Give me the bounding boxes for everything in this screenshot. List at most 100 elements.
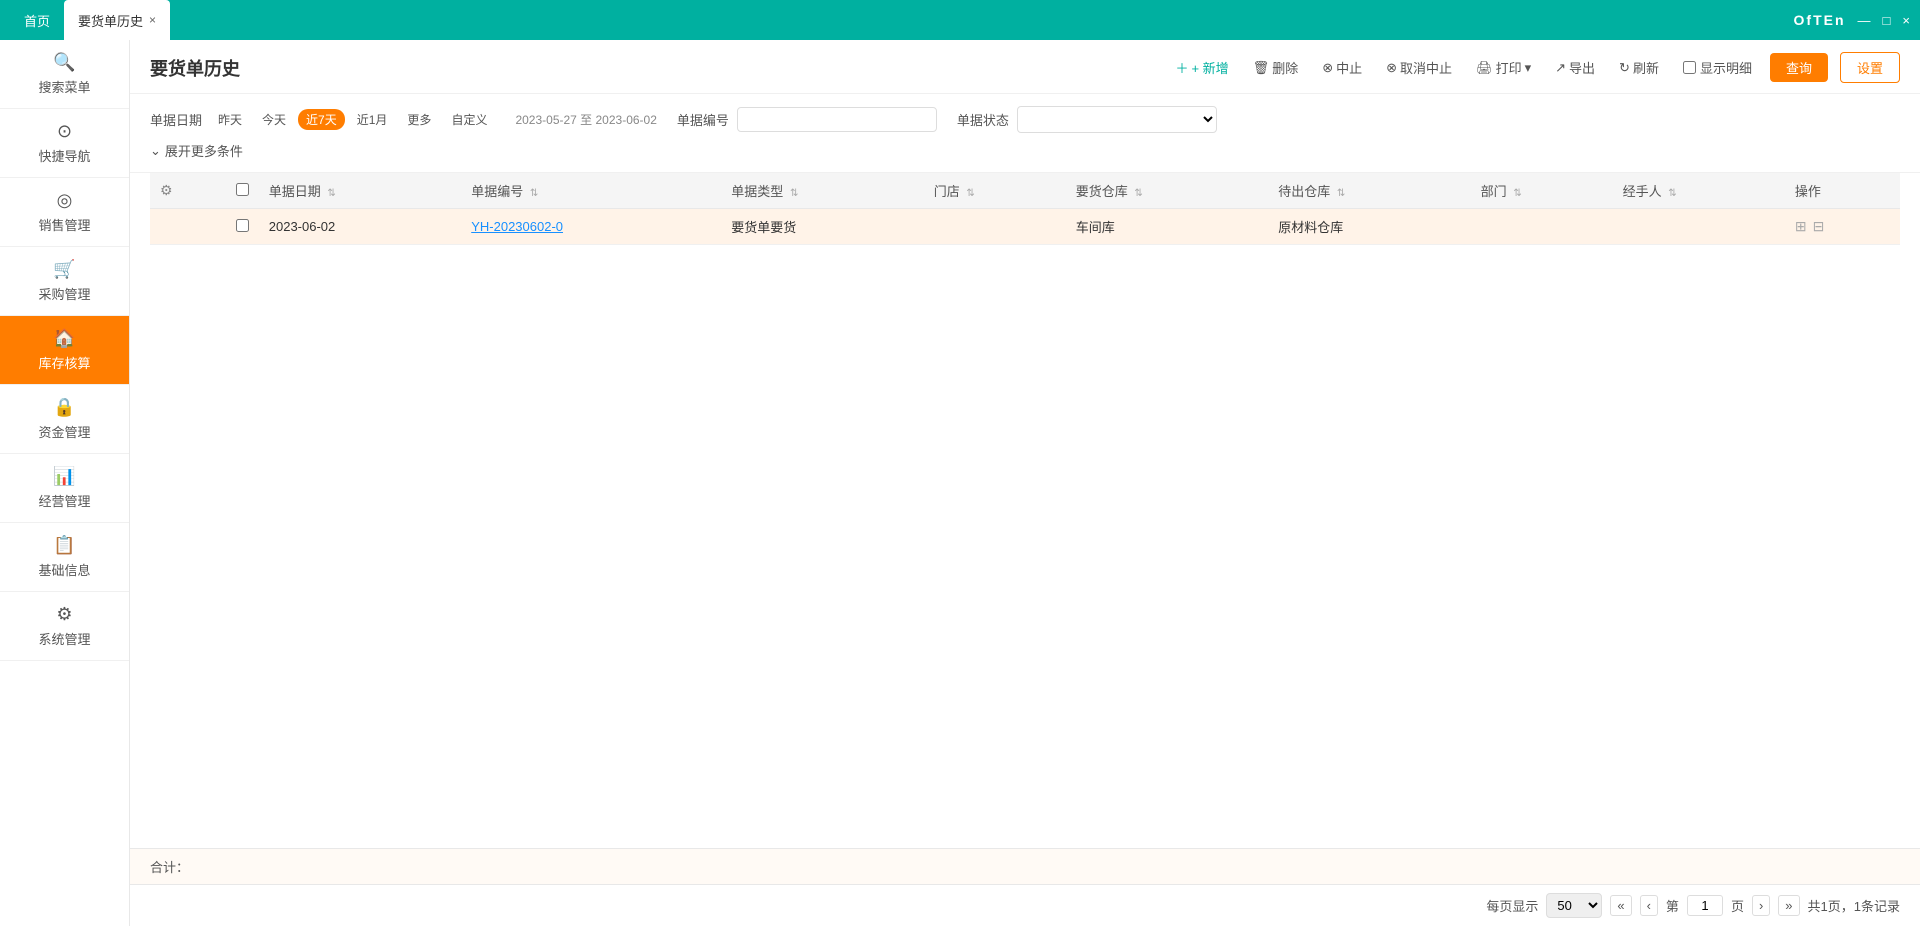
show-detail-toggle[interactable]: 显示明细 [1677, 54, 1758, 81]
status-label: 单据状态 [957, 110, 1009, 129]
per-page-select[interactable]: 10 20 50 100 [1546, 893, 1602, 918]
dept-sort-icon[interactable]: ⇅ [1513, 188, 1521, 199]
basic-info-icon: 📋 [53, 535, 75, 556]
sidebar-item-fund[interactable]: 🔒 资金管理 [0, 385, 129, 454]
next-page-btn[interactable]: › [1752, 895, 1770, 916]
page-input[interactable] [1687, 895, 1723, 916]
sales-icon: ◎ [57, 190, 73, 211]
sidebar-item-basic-info[interactable]: 📋 基础信息 [0, 523, 129, 592]
sidebar-item-search-label: 搜索菜单 [38, 77, 90, 96]
status-select[interactable] [1017, 106, 1217, 133]
col-checkbox [226, 173, 259, 209]
date-tag-custom[interactable]: 自定义 [443, 109, 495, 130]
stop-button[interactable]: ⊗ 中止 [1316, 54, 1368, 81]
sidebar-item-system-label: 系统管理 [38, 629, 90, 648]
brand-label: OfTEn [1794, 12, 1846, 28]
tab-close-icon[interactable]: × [149, 13, 156, 27]
table-footer: 合计： [130, 848, 1920, 884]
last-page-btn[interactable]: » [1778, 895, 1799, 916]
sidebar-item-inventory[interactable]: 🏠 库存核算 [0, 316, 129, 385]
refresh-button[interactable]: ↻ 刷新 [1613, 54, 1665, 81]
quick-nav-icon: ⊙ [57, 121, 72, 142]
docno-sort-icon[interactable]: ⇅ [530, 188, 538, 199]
row-docdate-cell: 2023-06-02 [259, 209, 461, 245]
minimize-btn[interactable]: — [1858, 13, 1871, 28]
date-tag-1month[interactable]: 近1月 [349, 109, 396, 130]
col-docno: 单据编号 ⇅ [461, 173, 721, 209]
maximize-btn[interactable]: □ [1883, 13, 1891, 28]
sidebar-item-purchase[interactable]: 🛒 采购管理 [0, 247, 129, 316]
prev-page-btn[interactable]: ‹ [1640, 895, 1658, 916]
date-tags: 昨天 今天 近7天 近1月 更多 自定义 [210, 109, 495, 130]
query-button[interactable]: 查询 [1770, 53, 1828, 82]
select-all-checkbox[interactable] [236, 183, 249, 196]
first-page-btn[interactable]: « [1610, 895, 1631, 916]
pend-warehouse-sort-icon[interactable]: ⇅ [1337, 188, 1345, 199]
col-req-warehouse: 要货仓库 ⇅ [1066, 173, 1268, 209]
col-dept: 部门 ⇅ [1471, 173, 1613, 209]
req-warehouse-sort-icon[interactable]: ⇅ [1134, 188, 1142, 199]
page-label: 第 [1666, 896, 1679, 915]
per-page-label: 每页显示 [1486, 896, 1538, 915]
row-docno-link[interactable]: YH-20230602-0 [471, 219, 563, 234]
operation-icon: 📊 [53, 466, 75, 487]
setting-button[interactable]: 设置 [1840, 52, 1900, 83]
row-view-icon[interactable]: ⊞ [1795, 218, 1807, 235]
filter-area: 单据日期 昨天 今天 近7天 近1月 更多 自定义 2023-05-27 至 2… [130, 94, 1920, 173]
sidebar-item-sales[interactable]: ◎ 销售管理 [0, 178, 129, 247]
col-store: 门店 ⇅ [924, 173, 1066, 209]
tab-home[interactable]: 首页 [10, 0, 64, 40]
col-doctype: 单据类型 ⇅ [721, 173, 923, 209]
expand-filter-button[interactable]: ⌄ 展开更多条件 [150, 141, 1900, 160]
date-filter-item: 单据日期 昨天 今天 近7天 近1月 更多 自定义 [150, 109, 495, 130]
show-detail-checkbox[interactable] [1683, 61, 1696, 74]
close-window-btn[interactable]: × [1902, 13, 1910, 28]
main-layout: 🔍 搜索菜单 ⊙ 快捷导航 ◎ 销售管理 🛒 采购管理 🏠 库存核算 🔒 资金管… [0, 40, 1920, 926]
sidebar-item-operation[interactable]: 📊 经营管理 [0, 454, 129, 523]
col-handler: 经手人 ⇅ [1613, 173, 1785, 209]
sidebar-item-sales-label: 销售管理 [38, 215, 90, 234]
sidebar-item-search-menu[interactable]: 🔍 搜索菜单 [0, 40, 129, 109]
row-docno-cell: YH-20230602-0 [461, 209, 721, 245]
column-settings-icon[interactable]: ⚙ [160, 182, 173, 198]
date-tag-yesterday[interactable]: 昨天 [210, 109, 250, 130]
date-filter-label: 单据日期 [150, 110, 202, 129]
col-docdate: 单据日期 ⇅ [259, 173, 461, 209]
table-row: 2023-06-02 YH-20230602-0 要货单要货 车间库 [150, 209, 1900, 245]
store-sort-icon[interactable]: ⇅ [966, 188, 974, 199]
inventory-icon: 🏠 [53, 328, 75, 349]
status-filter-item: 单据状态 [957, 106, 1217, 133]
date-tag-7days[interactable]: 近7天 [298, 109, 345, 130]
new-button[interactable]: ＋ + 新增 [1169, 54, 1234, 81]
row-checkbox-cell [226, 209, 259, 245]
handler-sort-icon[interactable]: ⇅ [1668, 188, 1676, 199]
row-select-checkbox[interactable] [236, 219, 249, 232]
delete-button[interactable]: 🗑 删除 [1247, 54, 1305, 81]
table-header-row: ⚙ 单据日期 ⇅ 单据编号 ⇅ [150, 173, 1900, 209]
refresh-icon: ↻ [1619, 60, 1630, 76]
fund-icon: 🔒 [53, 397, 75, 418]
content-area: 要货单历史 ＋ + 新增 🗑 删除 ⊗ 中止 ⊗ 取消中止 [130, 40, 1920, 926]
tab-requisition-history[interactable]: 要货单历史 × [64, 0, 170, 40]
sidebar: 🔍 搜索菜单 ⊙ 快捷导航 ◎ 销售管理 🛒 采购管理 🏠 库存核算 🔒 资金管… [0, 40, 130, 926]
cancel-stop-button[interactable]: ⊗ 取消中止 [1380, 54, 1458, 81]
date-tag-today[interactable]: 今天 [254, 109, 294, 130]
sidebar-item-inventory-label: 库存核算 [38, 353, 90, 372]
sidebar-item-quick-nav[interactable]: ⊙ 快捷导航 [0, 109, 129, 178]
export-button[interactable]: ↗ 导出 [1549, 54, 1601, 81]
table-container: ⚙ 单据日期 ⇅ 单据编号 ⇅ [130, 173, 1920, 848]
row-req-warehouse-cell: 车间库 [1066, 209, 1268, 245]
doctype-sort-icon[interactable]: ⇅ [790, 188, 798, 199]
sidebar-item-operation-label: 经营管理 [38, 491, 90, 510]
row-handler-cell [1613, 209, 1785, 245]
delete-icon: 🗑 [1253, 60, 1270, 76]
print-icon: 🖨 [1476, 60, 1493, 76]
docno-input[interactable] [737, 107, 937, 132]
sidebar-item-system[interactable]: ⚙ 系统管理 [0, 592, 129, 661]
row-more-icon[interactable]: ⊟ [1813, 218, 1825, 235]
summary-label: 合计： [150, 860, 189, 875]
print-button[interactable]: 🖨 打印 ▾ [1470, 54, 1537, 81]
date-tag-more[interactable]: 更多 [399, 109, 439, 130]
docdate-sort-icon[interactable]: ⇅ [327, 188, 335, 199]
docno-filter-item: 单据编号 [677, 107, 937, 132]
